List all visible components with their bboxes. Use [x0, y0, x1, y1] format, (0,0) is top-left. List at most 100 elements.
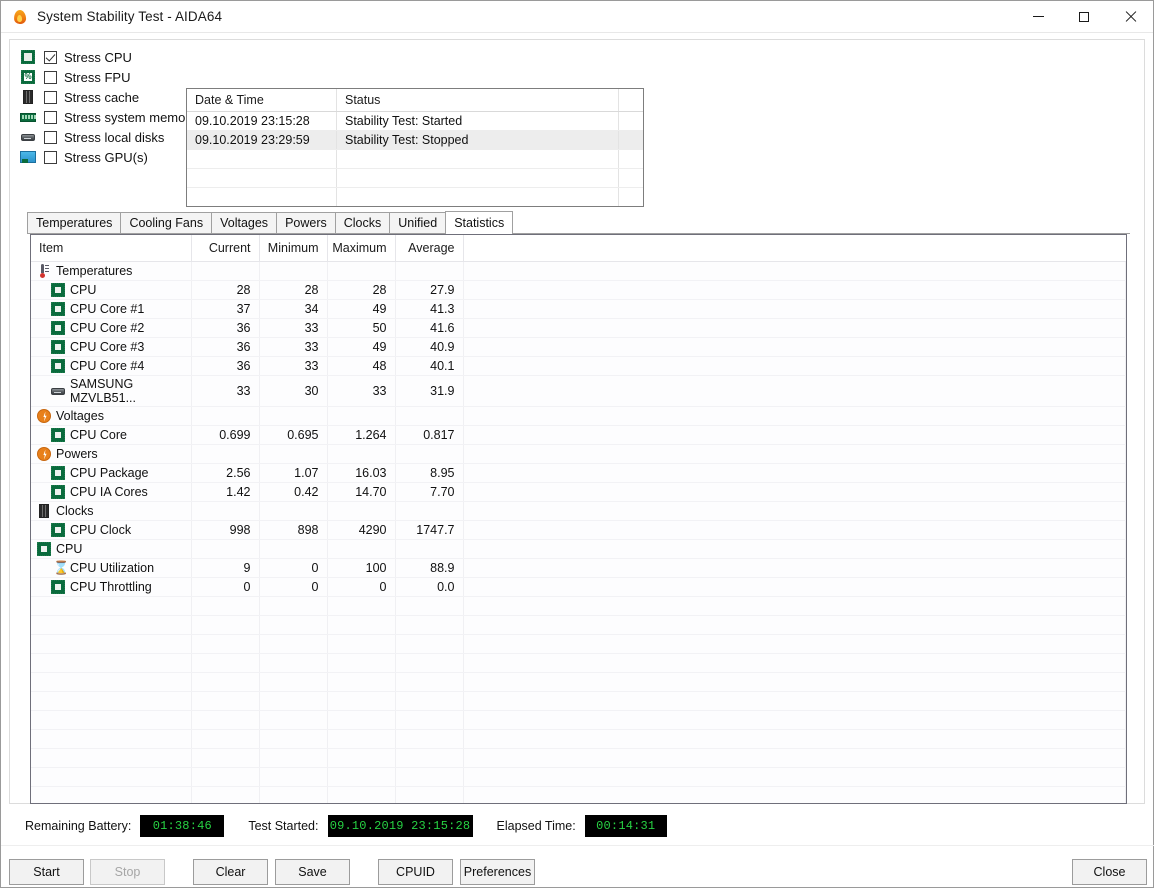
table-row[interactable]: Powers [31, 444, 1126, 464]
statistics-maximum-value: 100 [327, 558, 396, 578]
stress-cache-checkbox[interactable] [44, 90, 57, 104]
table-row[interactable]: CPU Core #2 36 33 50 41.6 [31, 318, 1126, 338]
log-column-status[interactable]: Status [337, 89, 619, 111]
tab-powers[interactable]: Powers [276, 212, 336, 233]
stress-cpu-checkbox[interactable] [44, 50, 57, 64]
statistics-item-label: Clocks [56, 503, 94, 518]
table-row-empty [31, 767, 1126, 787]
preferences-button[interactable]: Preferences [460, 859, 535, 885]
statistics-filler-cell [463, 425, 1126, 445]
tab-temperatures[interactable]: Temperatures [27, 212, 122, 233]
status-strip: Remaining Battery: 01:38:46 Test Started… [1, 808, 1154, 844]
chip-icon [51, 484, 65, 499]
table-row[interactable]: Voltages [31, 406, 1126, 426]
stress-cache-label: Stress cache [64, 89, 140, 105]
stress-option-disks[interactable]: Stress local disks [20, 127, 200, 147]
table-row[interactable]: SAMSUNG MZVLB51... 33 30 33 31.9 [31, 375, 1126, 407]
statistics-item-label: Powers [56, 446, 98, 461]
col-header-average[interactable]: Average [395, 235, 464, 262]
log-status: Stability Test: Started [337, 112, 619, 130]
close-window-button[interactable] [1107, 1, 1153, 33]
statistics-item-cell: ⌛ CPU Utilization [31, 558, 192, 578]
statistics-filler-cell [463, 577, 1126, 597]
statistics-item-label: CPU Core #2 [70, 320, 145, 335]
statistics-maximum-value: 48 [327, 356, 396, 376]
statistics-item-label: CPU Core [70, 427, 127, 442]
log-row[interactable]: 09.10.2019 23:15:28 Stability Test: Star… [187, 112, 643, 131]
table-row[interactable]: CPU Core #4 36 33 48 40.1 [31, 356, 1126, 376]
stress-gpu-checkbox[interactable] [44, 150, 57, 164]
table-row[interactable]: ⌛ CPU Utilization 9 0 100 88.9 [31, 558, 1126, 578]
col-header-minimum[interactable]: Minimum [259, 235, 328, 262]
log-column-extra[interactable] [619, 89, 643, 111]
statistics-average-value: 41.6 [395, 318, 464, 338]
stress-memory-checkbox[interactable] [44, 110, 57, 124]
table-row[interactable]: CPU Throttling 0 0 0 0.0 [31, 577, 1126, 597]
save-button[interactable]: Save [275, 859, 350, 885]
col-header-current[interactable]: Current [191, 235, 260, 262]
statistics-average-value: 0.817 [395, 425, 464, 445]
log-row[interactable]: 09.10.2019 23:29:59 Stability Test: Stop… [187, 131, 643, 150]
stress-option-gpu[interactable]: Stress GPU(s) [20, 147, 200, 167]
table-row[interactable]: CPU Core #1 37 34 49 41.3 [31, 299, 1126, 319]
statistics-minimum-value: 28 [259, 280, 328, 300]
log-row-empty [187, 188, 643, 206]
tab-statistics[interactable]: Statistics [445, 211, 514, 234]
clear-button[interactable]: Clear [193, 859, 268, 885]
close-button[interactable]: Close [1072, 859, 1147, 885]
statistics-table-container[interactable]: Item Current Minimum Maximum Average Tem… [30, 234, 1127, 804]
log-row-empty [187, 169, 643, 188]
statistics-maximum-value: 14.70 [327, 482, 396, 502]
memory-module-icon [20, 109, 36, 125]
statistics-current-value: 28 [191, 280, 260, 300]
col-header-maximum[interactable]: Maximum [327, 235, 396, 262]
statistics-item-cell: CPU [31, 280, 192, 300]
statistics-average-value: 41.3 [395, 299, 464, 319]
statistics-item-cell: CPU Core #4 [31, 356, 192, 376]
stress-fpu-checkbox[interactable] [44, 70, 57, 84]
stress-option-memory[interactable]: Stress system memory [20, 107, 200, 127]
tab-clocks[interactable]: Clocks [334, 212, 391, 233]
maximize-button[interactable] [1061, 1, 1107, 33]
statistics-item-label: CPU Throttling [70, 579, 152, 594]
log-column-datetime[interactable]: Date & Time [187, 89, 337, 111]
table-row-empty [31, 786, 1126, 803]
statistics-table: Item Current Minimum Maximum Average Tem… [31, 235, 1126, 803]
table-row[interactable]: Clocks [31, 501, 1126, 521]
statistics-item-label: Voltages [56, 408, 104, 423]
tab-voltages[interactable]: Voltages [211, 212, 278, 233]
table-row[interactable]: CPU Clock 998 898 4290 1747.7 [31, 520, 1126, 540]
stress-disks-checkbox[interactable] [44, 130, 57, 144]
table-row[interactable]: CPU Package 2.56 1.07 16.03 8.95 [31, 463, 1126, 483]
col-header-item[interactable]: Item [31, 235, 192, 262]
statistics-item-cell: SAMSUNG MZVLB51... [31, 375, 192, 407]
table-row[interactable]: CPU Core 0.699 0.695 1.264 0.817 [31, 425, 1126, 445]
bolt-icon [37, 446, 51, 461]
stress-memory-label: Stress system memory [64, 109, 197, 125]
statistics-average-value: 7.70 [395, 482, 464, 502]
table-row[interactable]: Temperatures [31, 261, 1126, 281]
cpuid-button[interactable]: CPUID [378, 859, 453, 885]
tab-unified[interactable]: Unified [389, 212, 447, 233]
statistics-filler-cell [463, 299, 1126, 319]
table-row-empty [31, 748, 1126, 768]
tab-cooling-fans[interactable]: Cooling Fans [120, 212, 213, 233]
stress-option-cpu[interactable]: Stress CPU [20, 47, 200, 67]
stress-option-cache[interactable]: Stress cache [20, 87, 200, 107]
table-row[interactable]: CPU [31, 539, 1126, 559]
chip-icon [51, 427, 65, 442]
statistics-minimum-value [259, 444, 328, 464]
table-row[interactable]: CPU IA Cores 1.42 0.42 14.70 7.70 [31, 482, 1126, 502]
table-row[interactable]: CPU Core #3 36 33 49 40.9 [31, 337, 1126, 357]
table-row-empty [31, 710, 1126, 730]
statistics-minimum-value: 33 [259, 356, 328, 376]
statistics-header-row: Item Current Minimum Maximum Average [31, 235, 1126, 262]
event-log-grid[interactable]: Date & Time Status 09.10.2019 23:15:28 S… [186, 88, 644, 207]
statistics-item-cell: Clocks [31, 501, 192, 521]
table-row[interactable]: CPU 28 28 28 27.9 [31, 280, 1126, 300]
minimize-button[interactable] [1015, 1, 1061, 33]
start-button[interactable]: Start [9, 859, 84, 885]
statistics-minimum-value [259, 261, 328, 281]
statistics-current-value: 9 [191, 558, 260, 578]
stress-option-fpu[interactable]: % Stress FPU [20, 67, 200, 87]
